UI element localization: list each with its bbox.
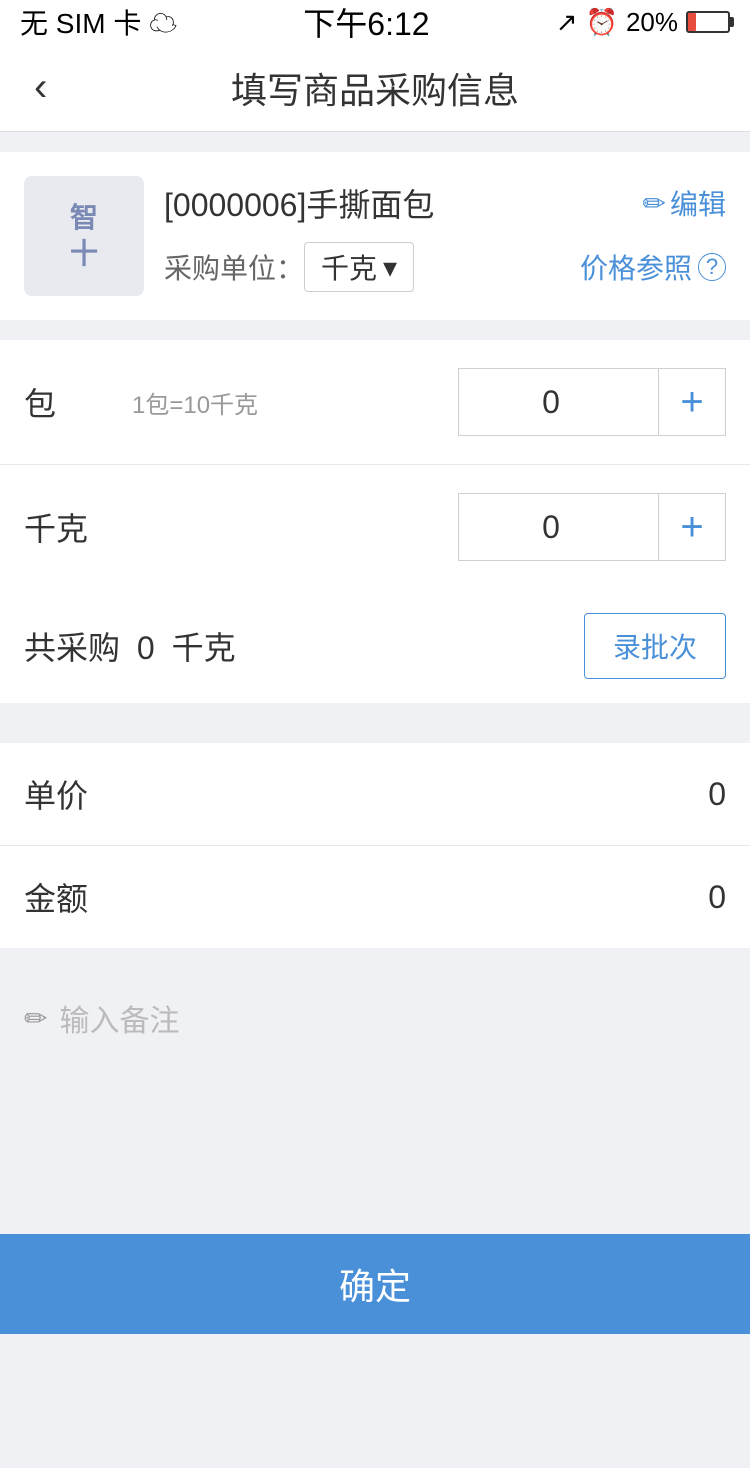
product-card: 智 十 [0000006]手撕面包 ✏ 编辑 采购单位： 千克 ▾ 价格参照 ? [0,152,750,320]
batch-button[interactable]: 录批次 [584,613,726,679]
status-right: ↗ ⏰ 20% [556,7,730,38]
product-logo: 智 十 [70,200,98,273]
amount-label: 金额 [24,874,88,920]
bao-label: 包 [24,379,124,425]
alarm-icon: ⏰ [586,7,618,38]
back-button[interactable]: ‹ [24,55,57,120]
confirm-text: 确定 [339,1258,411,1310]
total-unit: 千克 [172,630,236,666]
remark-input[interactable]: 输入备注 [59,996,179,1040]
unit-select[interactable]: 千克 ▾ [304,242,414,292]
total-amount: 0 [137,630,155,666]
unit-price-label: 单价 [24,771,88,817]
status-bar: 无 SIM 卡 ☁ 下午6:12 ↗ ⏰ 20% [0,0,750,44]
bao-input-control: + [458,368,726,436]
unit-label: 采购单位： [164,247,304,287]
section-divider-1 [0,320,750,340]
kg-input-control: + [458,493,726,561]
unit-price-row: 单价 0 [0,743,750,846]
edit-icon: ✏ [643,187,666,220]
page-title: 填写商品采购信息 [231,62,519,114]
confirm-bar[interactable]: 确定 [0,1234,750,1334]
pencil-icon: ✏ [24,1002,47,1035]
product-thumbnail: 智 十 [24,176,144,296]
remark-section[interactable]: ✏ 输入备注 [0,968,750,1068]
total-prefix: 共采购 [24,630,120,666]
sim-label: 无 SIM 卡 ☁ [20,2,177,42]
total-row: 共采购 0 千克 录批次 [0,589,750,703]
amount-row: 金额 0 [0,846,750,948]
location-icon: ↗ [556,7,578,38]
help-icon: ? [698,253,726,281]
nav-bar: ‹ 填写商品采购信息 [0,44,750,132]
edit-button[interactable]: ✏ 编辑 [643,183,726,223]
bao-plus-button[interactable]: + [658,368,726,436]
battery-icon [686,11,730,33]
kg-label: 千克 [24,504,124,550]
bao-row: 包 1包=10千克 + [0,340,750,465]
product-info: [0000006]手撕面包 ✏ 编辑 采购单位： 千克 ▾ 价格参照 ? [164,180,726,292]
bottom-spacer [0,1368,750,1468]
status-left: 无 SIM 卡 ☁ [20,2,177,42]
section-divider-2 [0,703,750,723]
amount-value: 0 [708,879,726,916]
battery-percent: 20% [626,7,678,38]
product-name: [0000006]手撕面包 [164,180,434,226]
unit-price-value: 0 [708,776,726,813]
total-text: 共采购 0 千克 [24,623,236,669]
kg-quantity-input[interactable] [458,493,658,561]
bao-sublabel: 1包=10千克 [132,385,458,420]
status-time: 下午6:12 [303,0,429,45]
kg-row: 千克 + [0,465,750,589]
dropdown-icon: ▾ [383,251,397,284]
kg-plus-button[interactable]: + [658,493,726,561]
price-ref-button[interactable]: 价格参照 ? [580,247,726,287]
quantity-section: 包 1包=10千克 + 千克 + [0,340,750,589]
bao-quantity-input[interactable] [458,368,658,436]
price-section: 单价 0 金额 0 [0,743,750,948]
